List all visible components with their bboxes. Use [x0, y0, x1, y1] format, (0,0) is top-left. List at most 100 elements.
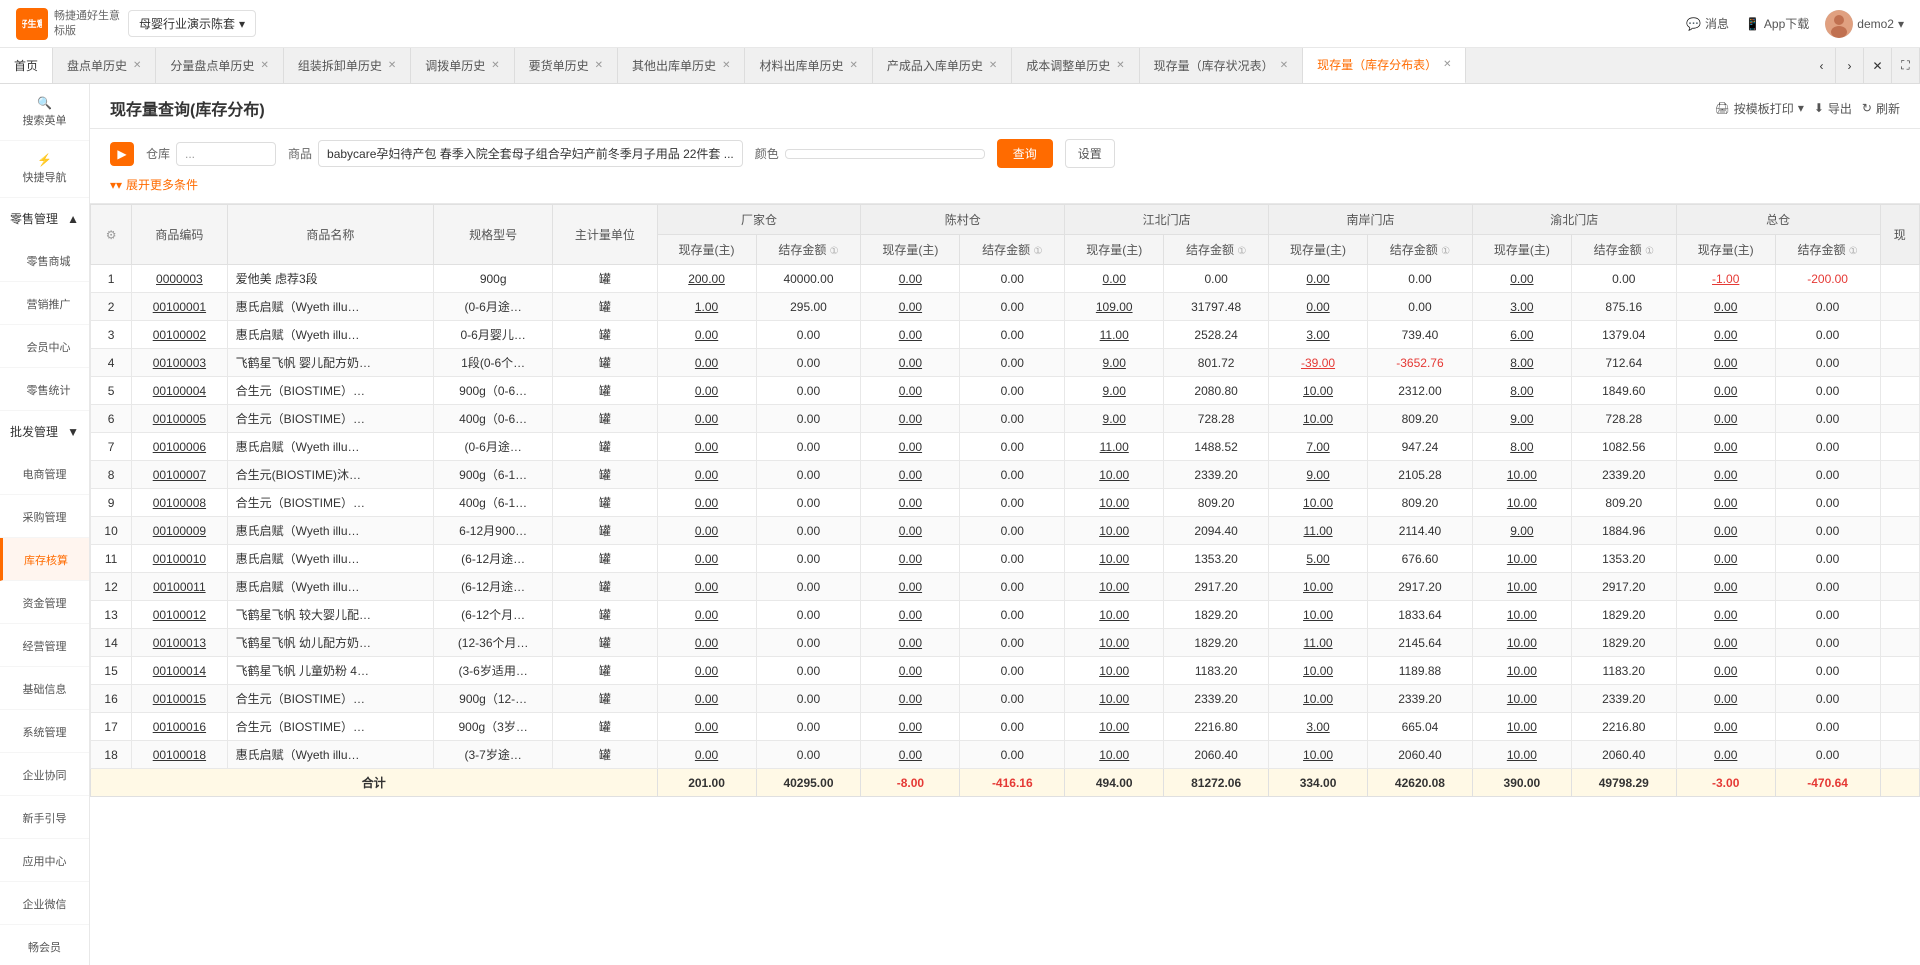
cell-cj-qty[interactable]: 0.00 [657, 489, 756, 517]
refresh-btn[interactable]: ↻ 刷新 [1862, 100, 1900, 117]
cell-jb-qty[interactable]: 10.00 [1065, 741, 1164, 769]
cell-na-qty[interactable]: 10.00 [1269, 377, 1368, 405]
tab-sub-inventory[interactable]: 分量盘点单历史 ✕ [156, 48, 283, 84]
tab-close-cost-adjust[interactable]: ✕ [1116, 60, 1124, 71]
cell-cj-qty[interactable]: 0.00 [657, 573, 756, 601]
cell-jb-qty[interactable]: 10.00 [1065, 461, 1164, 489]
info-icon-3[interactable]: ① [1237, 246, 1246, 257]
cell-code[interactable]: 00100018 [132, 741, 227, 769]
tab-close-inventory-dist[interactable]: ✕ [1443, 59, 1451, 70]
cell-na-qty[interactable]: 5.00 [1269, 545, 1368, 573]
cell-cc-qty[interactable]: 0.00 [861, 433, 960, 461]
cell-code[interactable]: 00100009 [132, 517, 227, 545]
industry-selector[interactable]: 母婴行业演示陈套 ▾ [128, 10, 256, 37]
cell-zc-qty[interactable]: 0.00 [1676, 685, 1775, 713]
cell-zc-qty[interactable]: 0.00 [1676, 293, 1775, 321]
cell-zc-qty[interactable]: 0.00 [1676, 489, 1775, 517]
sidebar-item-system[interactable]: 系统管理 [0, 710, 89, 753]
tab-close-inventory-check[interactable]: ✕ [133, 60, 141, 71]
settings-icon[interactable]: ⚙ [106, 228, 117, 242]
cell-yb-qty[interactable]: 8.00 [1472, 349, 1571, 377]
cell-code[interactable]: 00100005 [132, 405, 227, 433]
cell-code[interactable]: 00100004 [132, 377, 227, 405]
cell-na-qty[interactable]: 9.00 [1269, 461, 1368, 489]
cell-jb-qty[interactable]: 9.00 [1065, 405, 1164, 433]
cell-cj-qty[interactable]: 0.00 [657, 377, 756, 405]
cell-cj-qty[interactable]: 0.00 [657, 685, 756, 713]
settings-btn[interactable]: 设置 [1065, 139, 1115, 168]
sidebar-item-ecommerce[interactable]: 电商管理 [0, 452, 89, 495]
sidebar-item-retail-mall[interactable]: 零售商城 [0, 239, 89, 282]
tab-close-transfer[interactable]: ✕ [491, 60, 499, 71]
info-icon-5[interactable]: ① [1645, 246, 1654, 257]
cell-na-qty[interactable]: 10.00 [1269, 405, 1368, 433]
cell-jb-qty[interactable]: 10.00 [1065, 489, 1164, 517]
cell-code[interactable]: 00100015 [132, 685, 227, 713]
info-icon-1[interactable]: ① [830, 246, 839, 257]
cell-yb-qty[interactable]: 9.00 [1472, 405, 1571, 433]
cell-jb-qty[interactable]: 10.00 [1065, 657, 1164, 685]
expand-more-btn[interactable]: ▾▾ 展开更多条件 [110, 176, 1900, 193]
cell-cj-qty[interactable]: 0.00 [657, 517, 756, 545]
cell-jb-qty[interactable]: 10.00 [1065, 685, 1164, 713]
cell-code[interactable]: 00100006 [132, 433, 227, 461]
cell-cc-qty[interactable]: 0.00 [861, 629, 960, 657]
cell-cc-qty[interactable]: 0.00 [861, 573, 960, 601]
sidebar-item-enterprise[interactable]: 企业协同 [0, 753, 89, 796]
cell-code[interactable]: 00100002 [132, 321, 227, 349]
tab-close-sub-inventory[interactable]: ✕ [260, 60, 268, 71]
cell-zc-qty[interactable]: 0.00 [1676, 713, 1775, 741]
cell-cc-qty[interactable]: 0.00 [861, 405, 960, 433]
cell-cc-qty[interactable]: 0.00 [861, 657, 960, 685]
tab-close-assembly[interactable]: ✕ [388, 60, 396, 71]
cell-cc-qty[interactable]: 0.00 [861, 713, 960, 741]
tab-expand-btn[interactable]: ⛶ [1892, 48, 1920, 84]
cell-cj-qty[interactable]: 0.00 [657, 349, 756, 377]
sidebar-item-app-center[interactable]: 应用中心 [0, 839, 89, 882]
filter-toggle-btn[interactable]: ▶ [110, 142, 134, 166]
cell-cc-qty[interactable]: 0.00 [861, 601, 960, 629]
cell-jb-qty[interactable]: 10.00 [1065, 629, 1164, 657]
cell-zc-qty[interactable]: 0.00 [1676, 545, 1775, 573]
cell-na-qty[interactable]: 10.00 [1269, 573, 1368, 601]
goods-input[interactable]: babycare孕妇待产包 春季入院全套母子组合孕妇产前冬季月子用品 22件套 … [318, 140, 743, 167]
cell-code[interactable]: 00100007 [132, 461, 227, 489]
cell-yb-qty[interactable]: 8.00 [1472, 377, 1571, 405]
sidebar-item-marketing[interactable]: 营销推广 [0, 282, 89, 325]
cell-na-qty[interactable]: 11.00 [1269, 517, 1368, 545]
cell-cj-qty[interactable]: 0.00 [657, 433, 756, 461]
sidebar-item-basic[interactable]: 基础信息 [0, 667, 89, 710]
sidebar-item-ops[interactable]: 经营管理 [0, 624, 89, 667]
sidebar-item-finance[interactable]: 资金管理 [0, 581, 89, 624]
cell-yb-qty[interactable]: 10.00 [1472, 545, 1571, 573]
cell-zc-qty[interactable]: 0.00 [1676, 377, 1775, 405]
cell-yb-qty[interactable]: 10.00 [1472, 741, 1571, 769]
cell-code[interactable]: 0000003 [132, 265, 227, 293]
cell-yb-qty[interactable]: 10.00 [1472, 489, 1571, 517]
tab-requisition[interactable]: 要货单历史 ✕ [515, 48, 618, 84]
cell-zc-qty[interactable]: 0.00 [1676, 601, 1775, 629]
cell-cj-qty[interactable]: 1.00 [657, 293, 756, 321]
cell-cc-qty[interactable]: 0.00 [861, 489, 960, 517]
app-download-btn[interactable]: 📱 App下载 [1745, 15, 1809, 32]
tab-material-out[interactable]: 材料出库单历史 ✕ [745, 48, 872, 84]
cell-na-qty[interactable]: 0.00 [1269, 293, 1368, 321]
cell-cj-qty[interactable]: 0.00 [657, 545, 756, 573]
warehouse-input[interactable]: ... [176, 142, 276, 166]
cell-code[interactable]: 00100008 [132, 489, 227, 517]
cell-zc-qty[interactable]: 0.00 [1676, 349, 1775, 377]
cell-cc-qty[interactable]: 0.00 [861, 685, 960, 713]
tab-next-btn[interactable]: › [1836, 48, 1864, 84]
cell-yb-qty[interactable]: 10.00 [1472, 461, 1571, 489]
cell-jb-qty[interactable]: 11.00 [1065, 321, 1164, 349]
tab-inventory-check[interactable]: 盘点单历史 ✕ [53, 48, 156, 84]
cell-na-qty[interactable]: -39.00 [1269, 349, 1368, 377]
info-icon-6[interactable]: ① [1849, 246, 1858, 257]
sidebar-item-retail-stats[interactable]: 零售统计 [0, 368, 89, 411]
cell-na-qty[interactable]: 10.00 [1269, 685, 1368, 713]
cell-cj-qty[interactable]: 0.00 [657, 461, 756, 489]
print-btn[interactable]: 🖨 按模板打印 ▾ [1715, 100, 1804, 117]
tab-inventory-dist[interactable]: 现存量（库存分布表） ✕ [1303, 48, 1466, 84]
cell-zc-qty[interactable]: 0.00 [1676, 517, 1775, 545]
cell-code[interactable]: 00100010 [132, 545, 227, 573]
